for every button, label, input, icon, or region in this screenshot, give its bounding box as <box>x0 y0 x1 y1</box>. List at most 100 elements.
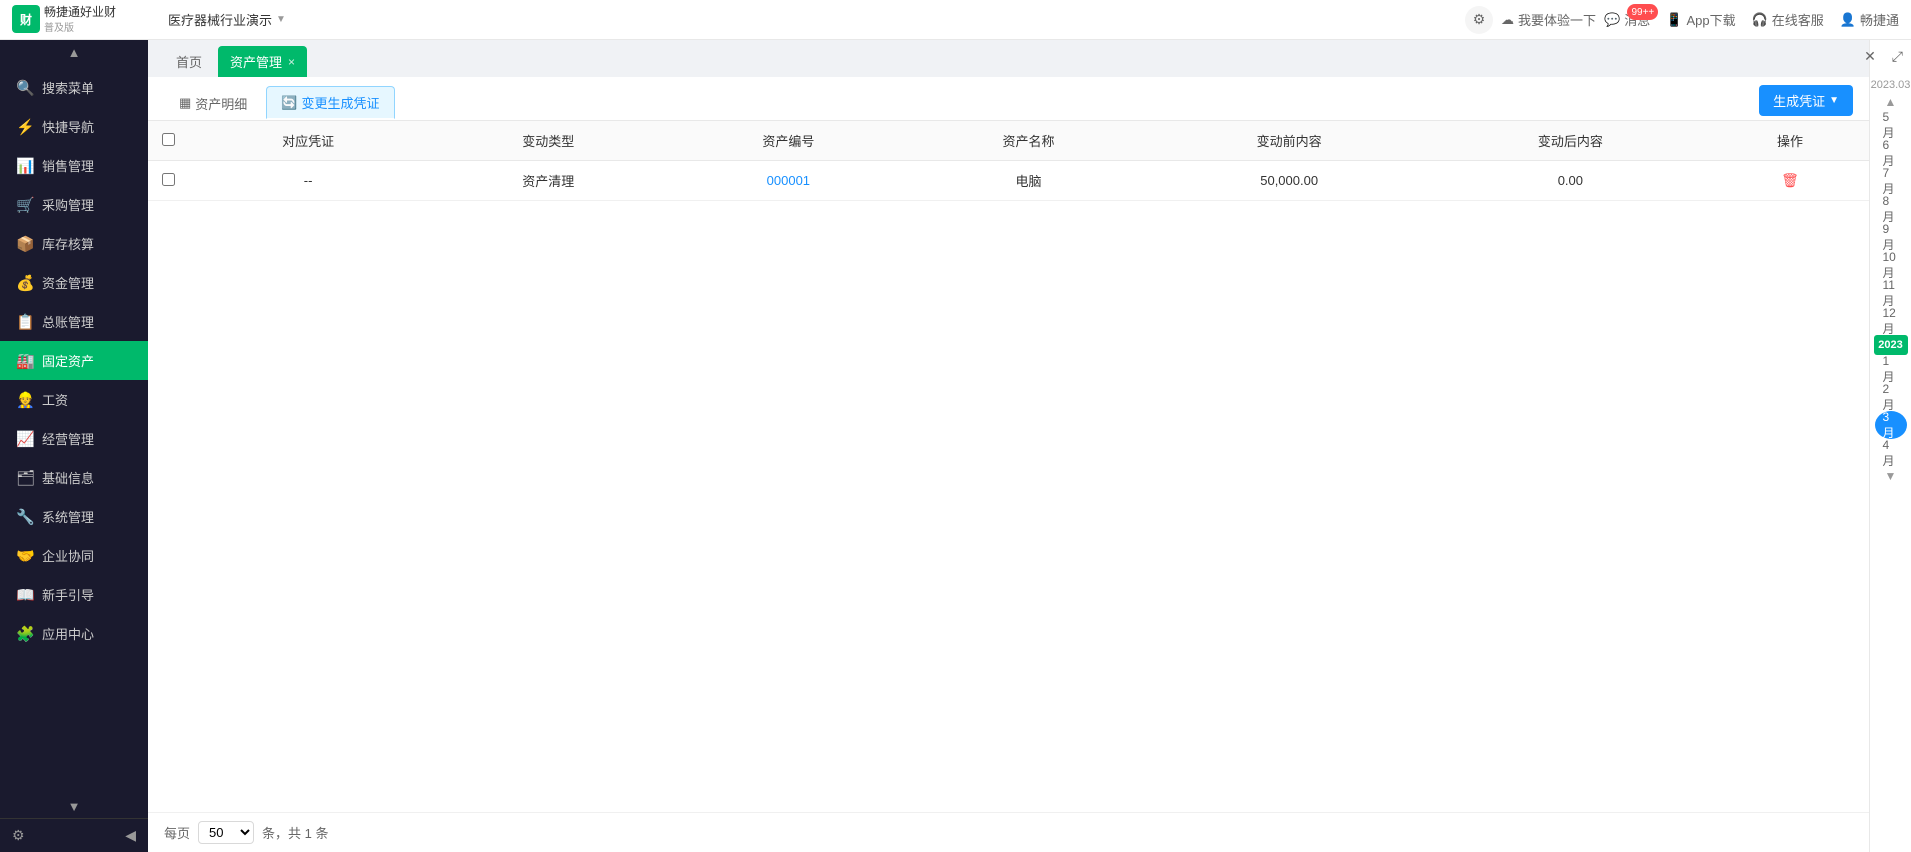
sidebar-item-quick-nav[interactable]: ⚡ 快捷导航 <box>0 107 148 146</box>
sidebar-scroll-down[interactable]: ▼ <box>0 794 148 818</box>
sales-icon: 📊 <box>16 157 34 175</box>
company-dropdown-icon: ▼ <box>276 14 286 25</box>
service-button[interactable]: 🎧 在线客服 <box>1752 10 1824 29</box>
sidebar-item-corp-collab[interactable]: 🤝 企业协同 <box>0 536 148 575</box>
sidebar-item-fixed-assets[interactable]: 🏭 固定资产 <box>0 341 148 380</box>
app-center-icon: 🧩 <box>16 625 34 643</box>
select-all-checkbox[interactable] <box>162 133 175 146</box>
delete-button[interactable]: 🗑 <box>1781 172 1799 188</box>
page-size-select[interactable]: 50 10 20 100 <box>198 821 254 844</box>
sidebar-item-inventory[interactable]: 📦 库存核算 <box>0 224 148 263</box>
month-4[interactable]: 4月 <box>1875 439 1907 467</box>
service-icon: 🎧 <box>1752 12 1768 28</box>
generate-btn-arrow-icon: ▼ <box>1829 95 1839 106</box>
trial-area: ☁ 我要体验一下 <box>1501 10 1596 29</box>
logo-text-block: 畅捷通好业财 普及版 <box>44 5 116 34</box>
sidebar-item-search[interactable]: 🔍 搜索菜单 <box>0 68 148 107</box>
sidebar-item-funds[interactable]: 💰 资金管理 <box>0 263 148 302</box>
ledger-icon: 📋 <box>16 313 34 331</box>
logo-subtitle: 普及版 <box>44 19 116 34</box>
sidebar-item-basic-info[interactable]: 🗂 基础信息 <box>0 458 148 497</box>
month-1[interactable]: 1月 <box>1875 355 1907 383</box>
settings-button[interactable]: ⚙ <box>1465 6 1493 34</box>
cell-asset-name: 电脑 <box>908 161 1148 201</box>
calendar-scroll-up[interactable]: ▲ <box>1883 93 1899 111</box>
sidebar: ▲ 🔍 搜索菜单 ⚡ 快捷导航 📊 销售管理 🛒 采购管理 📦 库存核算 <box>0 40 148 852</box>
month-12[interactable]: 12月 <box>1875 307 1907 335</box>
month-3-active[interactable]: 3月 <box>1875 411 1907 439</box>
month-7[interactable]: 7月 <box>1875 167 1907 195</box>
row-checkbox-cell <box>148 161 188 201</box>
generate-btn-label: 生成凭证 <box>1773 91 1825 110</box>
sidebar-item-label: 资金管理 <box>42 273 94 292</box>
sidebar-item-label: 基础信息 <box>42 468 94 487</box>
sidebar-item-sales[interactable]: 📊 销售管理 <box>0 146 148 185</box>
sidebar-collapse-button[interactable]: ◀ <box>125 827 136 844</box>
topbar: 财 畅捷通好业财 普及版 医疗器械行业演示 ▼ ⚙ ☁ 我要体验一下 💬 消息 … <box>0 0 1911 40</box>
month-5[interactable]: 5月 <box>1875 111 1907 139</box>
month-2[interactable]: 2月 <box>1875 383 1907 411</box>
fixed-assets-icon: 🏭 <box>16 352 34 370</box>
sidebar-item-purchase[interactable]: 🛒 采购管理 <box>0 185 148 224</box>
service-label: 在线客服 <box>1772 10 1824 29</box>
user-label: 畅捷通 <box>1860 10 1899 29</box>
year-badge-2023: 2023 <box>1874 335 1908 355</box>
search-icon: 🔍 <box>16 79 34 97</box>
sidebar-scroll-up[interactable]: ▲ <box>0 40 148 64</box>
sidebar-item-guide[interactable]: 📖 新手引导 <box>0 575 148 614</box>
sidebar-item-system[interactable]: 🔧 系统管理 <box>0 497 148 536</box>
cell-change-type: 资产清理 <box>428 161 668 201</box>
sidebar-item-ledger[interactable]: 📋 总账管理 <box>0 302 148 341</box>
table-icon: ▦ <box>179 95 191 111</box>
sidebar-item-operations[interactable]: 📈 经营管理 <box>0 419 148 458</box>
tab-asset-management[interactable]: 资产管理 × <box>218 46 307 77</box>
tab-close-button[interactable]: × <box>288 55 295 69</box>
inventory-icon: 📦 <box>16 235 34 253</box>
trial-label[interactable]: 我要体验一下 <box>1518 10 1596 29</box>
cell-voucher: -- <box>188 161 428 201</box>
month-8[interactable]: 8月 <box>1875 195 1907 223</box>
panel-close-button[interactable]: ✕ <box>1856 40 1884 73</box>
table-body: -- 资产清理 000001 电脑 50,000.00 0.00 🗑 <box>148 161 1869 201</box>
purchase-icon: 🛒 <box>16 196 34 214</box>
inner-tab-asset-detail[interactable]: ▦ 资产明细 <box>164 87 262 119</box>
sidebar-item-label: 工资 <box>42 390 68 409</box>
sidebar-settings-button[interactable]: ⚙ <box>12 827 25 844</box>
panel-expand-button[interactable]: ⤢ <box>1884 40 1911 73</box>
calendar-scroll-down[interactable]: ▼ <box>1883 467 1899 485</box>
right-panel: ✕ ⤢ 2023.03 ▲ 5月 6月 7月 8月 9月 10月 11月 12月… <box>1869 40 1911 852</box>
app-label: App下载 <box>1686 10 1735 29</box>
sidebar-item-label: 经营管理 <box>42 429 94 448</box>
tab-bar: 首页 资产管理 × <box>148 40 1869 77</box>
corp-collab-icon: 🤝 <box>16 547 34 565</box>
system-icon: 🔧 <box>16 508 34 526</box>
month-6[interactable]: 6月 <box>1875 139 1907 167</box>
month-10[interactable]: 10月 <box>1875 251 1907 279</box>
user-button[interactable]: 👤 畅捷通 <box>1840 10 1899 29</box>
row-checkbox[interactable] <box>162 173 175 186</box>
sidebar-item-payroll[interactable]: 👷 工资 <box>0 380 148 419</box>
company-selector[interactable]: 医疗器械行业演示 ▼ <box>168 10 1457 29</box>
app-download-button[interactable]: 📱 App下载 <box>1666 10 1735 29</box>
cloud-icon: ☁ <box>1501 12 1514 28</box>
table-header-row: 对应凭证 变动类型 资产编号 资产名称 变动前内容 变动后内容 操作 <box>148 121 1869 161</box>
message-button[interactable]: 💬 消息 99+ <box>1604 10 1650 29</box>
sidebar-item-app-center[interactable]: 🧩 应用中心 <box>0 614 148 653</box>
inner-tab-label-2: 变更生成凭证 <box>302 93 380 112</box>
col-asset-name: 资产名称 <box>908 121 1148 161</box>
funds-icon: 💰 <box>16 274 34 292</box>
data-table: 对应凭证 变动类型 资产编号 资产名称 变动前内容 变动后内容 操作 -- <box>148 121 1869 201</box>
table-row: -- 资产清理 000001 电脑 50,000.00 0.00 🗑 <box>148 161 1869 201</box>
sidebar-item-label: 新手引导 <box>42 585 94 604</box>
cell-asset-no: 000001 <box>668 161 908 201</box>
tab-home[interactable]: 首页 <box>164 46 214 77</box>
guide-icon: 📖 <box>16 586 34 604</box>
topbar-right: 💬 消息 99+ 📱 App下载 🎧 在线客服 👤 畅捷通 <box>1604 10 1899 29</box>
month-9[interactable]: 9月 <box>1875 223 1907 251</box>
month-11[interactable]: 11月 <box>1875 279 1907 307</box>
quick-nav-icon: ⚡ <box>16 118 34 136</box>
inner-tab-change-voucher[interactable]: 🔄 变更生成凭证 <box>266 86 394 119</box>
generate-voucher-button[interactable]: 生成凭证 ▼ <box>1759 85 1853 116</box>
logo-title: 畅捷通好业财 <box>44 5 116 19</box>
col-before: 变动前内容 <box>1149 121 1430 161</box>
